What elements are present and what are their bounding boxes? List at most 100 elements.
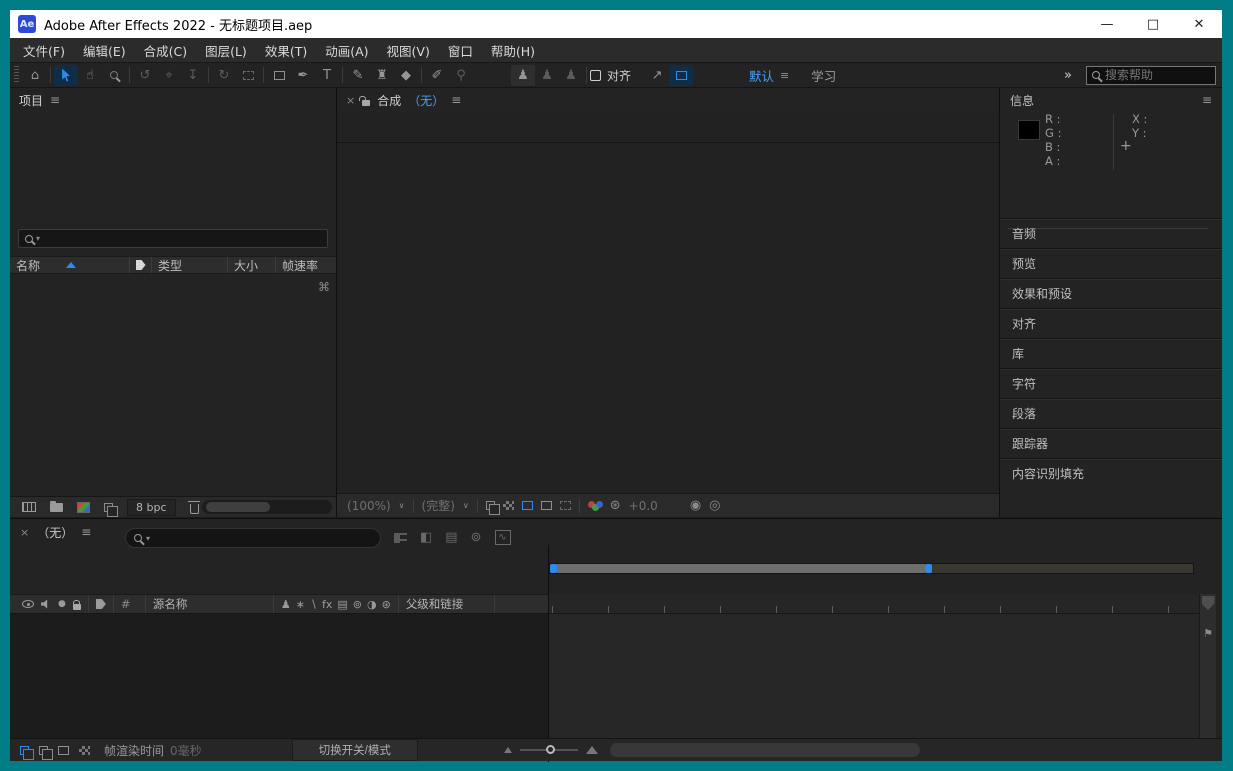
eraser-tool-icon[interactable]: ◆ xyxy=(394,65,418,86)
number-column[interactable]: # xyxy=(112,595,145,613)
toggle-transfer-pane-icon[interactable] xyxy=(39,745,53,760)
resolution-dropdown[interactable]: (完整) xyxy=(422,497,455,514)
panel-tab-align[interactable]: 对齐 xyxy=(1000,308,1222,338)
comp-panel-menu-icon[interactable]: ≡ xyxy=(451,93,461,107)
menu-file[interactable]: 文件(F) xyxy=(23,41,65,60)
transparency-grid-icon[interactable] xyxy=(502,501,514,510)
frame-blending-icon[interactable]: ▤ xyxy=(445,530,457,545)
menu-animation[interactable]: 动画(A) xyxy=(325,41,368,60)
pen-tool-icon[interactable]: ✒ xyxy=(291,65,315,86)
composition-viewer[interactable] xyxy=(337,112,999,493)
panel-tab-paragraph[interactable]: 段落 xyxy=(1000,398,1222,428)
label-column[interactable] xyxy=(87,595,113,613)
time-ruler[interactable] xyxy=(549,594,1199,614)
project-hscrollbar[interactable] xyxy=(202,500,332,514)
project-settings-icon[interactable] xyxy=(104,502,118,517)
maximize-button[interactable]: □ xyxy=(1130,10,1176,38)
dolly-camera-tool-icon[interactable]: ↧ xyxy=(181,65,205,86)
type-tool-icon[interactable]: T xyxy=(315,65,339,86)
bit-depth-button[interactable]: 8 bpc xyxy=(127,498,176,516)
project-search[interactable]: ▾ xyxy=(18,229,328,248)
clone-stamp-tool-icon[interactable]: ♜ xyxy=(370,65,394,86)
rectangle-tool-icon[interactable] xyxy=(267,65,291,86)
parent-link-column[interactable]: 父级和链接 xyxy=(397,595,494,613)
exposure-value[interactable]: +0.0 xyxy=(629,499,658,513)
minimize-button[interactable]: — xyxy=(1084,10,1130,38)
zoom-tool-icon[interactable] xyxy=(102,65,126,86)
grid-guides-icon[interactable] xyxy=(485,501,500,515)
info-panel-menu-icon[interactable]: ≡ xyxy=(1202,93,1212,107)
draft-3d-icon[interactable]: ◧ xyxy=(420,530,432,545)
zoom-in-icon[interactable] xyxy=(585,746,598,754)
home-icon[interactable]: ⌂ xyxy=(23,65,47,86)
video-visibility-icon[interactable] xyxy=(22,600,34,608)
timeline-panel-menu-icon[interactable]: ≡ xyxy=(81,525,91,539)
exposure-icon[interactable]: ⊛ xyxy=(610,498,621,513)
magnification-dropdown[interactable]: (100%) xyxy=(347,499,391,513)
column-size[interactable]: 大小 xyxy=(228,257,276,273)
column-framerate[interactable]: 帧速率 xyxy=(276,257,334,273)
column-name[interactable]: 名称 xyxy=(10,257,130,273)
toggle-rendertime-pane-icon[interactable] xyxy=(79,745,90,755)
help-search-input[interactable] xyxy=(1105,68,1205,82)
unlock-icon[interactable] xyxy=(359,95,371,106)
switches-column[interactable]: ♟ ∗ ∖ fx ▤ ⊚ ◑ ⊛ xyxy=(272,595,398,613)
workspace-learn[interactable]: 学习 xyxy=(811,66,836,85)
region-of-interest-icon[interactable] xyxy=(540,501,552,510)
selection-follows-icon[interactable]: ↗ xyxy=(645,65,669,86)
menu-effect[interactable]: 效果(T) xyxy=(265,41,307,60)
track-area[interactable] xyxy=(549,614,1199,744)
menu-layer[interactable]: 图层(L) xyxy=(205,41,247,60)
graph-editor-icon[interactable]: ∿ xyxy=(494,530,511,545)
work-area-active[interactable] xyxy=(557,564,925,573)
panel-tab-libraries[interactable]: 库 xyxy=(1000,338,1222,368)
menu-edit[interactable]: 编辑(E) xyxy=(83,41,126,60)
mask-visibility-icon[interactable] xyxy=(521,501,533,510)
work-area-start-handle[interactable] xyxy=(550,564,557,573)
motion-blur-icon[interactable]: ⊚ xyxy=(471,530,482,545)
interpret-footage-icon[interactable] xyxy=(22,502,36,512)
pixel-aspect-icon[interactable] xyxy=(559,501,571,510)
timeline-tab-close-icon[interactable]: × xyxy=(20,526,29,539)
project-search-input[interactable] xyxy=(43,231,294,246)
toggle-switches-modes-button[interactable]: 切换开关/模式 xyxy=(291,739,418,761)
orbit-camera-tool-icon[interactable]: ↺ xyxy=(133,65,157,86)
project-panel-menu-icon[interactable]: ≡ xyxy=(50,93,60,107)
scrollbar-thumb[interactable] xyxy=(206,502,270,512)
trash-icon[interactable] xyxy=(188,500,201,514)
chevron-down-icon[interactable]: ∨ xyxy=(399,501,405,510)
work-area-bar[interactable] xyxy=(549,563,1194,574)
puppet-pin-tool-icon[interactable]: ⚲ xyxy=(449,65,473,86)
menu-help[interactable]: 帮助(H) xyxy=(491,41,535,60)
solo-icon[interactable]: ● xyxy=(58,599,66,609)
timeline-hscrollbar[interactable] xyxy=(609,743,920,757)
menu-composition[interactable]: 合成(C) xyxy=(144,41,187,60)
pan-camera-tool-icon[interactable]: ⌖ xyxy=(157,65,181,86)
comp-tab-close-icon[interactable]: × xyxy=(346,94,355,107)
timeline-search[interactable]: ▾ xyxy=(125,528,381,548)
show-channels-icon[interactable] xyxy=(587,500,603,511)
camera-tool-icon[interactable] xyxy=(236,65,260,86)
comp-marker-bin-icon[interactable] xyxy=(1201,596,1215,610)
panel-tab-tracker[interactable]: 跟踪器 xyxy=(1000,428,1222,458)
roto-brush-tool-icon[interactable]: ✐ xyxy=(425,65,449,86)
workspace-overflow-icon[interactable]: » xyxy=(1064,68,1072,83)
snap-options-icon[interactable] xyxy=(669,64,694,86)
workspace-menu-icon[interactable]: ≡ xyxy=(780,69,789,82)
project-tab[interactable]: 项目 xyxy=(19,92,43,109)
close-button[interactable]: ✕ xyxy=(1176,10,1222,38)
column-type[interactable]: 类型 xyxy=(152,257,228,273)
axis-mode-1-icon[interactable]: ♟ xyxy=(511,64,535,86)
show-snapshot-icon[interactable]: ◎ xyxy=(709,498,720,513)
chevron-down-icon[interactable]: ∨ xyxy=(463,501,469,510)
menu-window[interactable]: 窗口 xyxy=(448,41,473,60)
panel-tab-character[interactable]: 字符 xyxy=(1000,368,1222,398)
help-search[interactable] xyxy=(1086,65,1216,85)
zoom-out-icon[interactable] xyxy=(503,747,512,753)
toolbar-grip[interactable] xyxy=(14,66,19,84)
comp-marker-icon[interactable]: ⚑ xyxy=(1200,627,1216,640)
new-folder-icon[interactable] xyxy=(50,500,63,512)
panel-tab-effects-presets[interactable]: 效果和预设 xyxy=(1000,278,1222,308)
snap-checkbox[interactable] xyxy=(590,69,601,81)
panel-tab-content-aware-fill[interactable]: 内容识别填充 xyxy=(1000,458,1222,488)
